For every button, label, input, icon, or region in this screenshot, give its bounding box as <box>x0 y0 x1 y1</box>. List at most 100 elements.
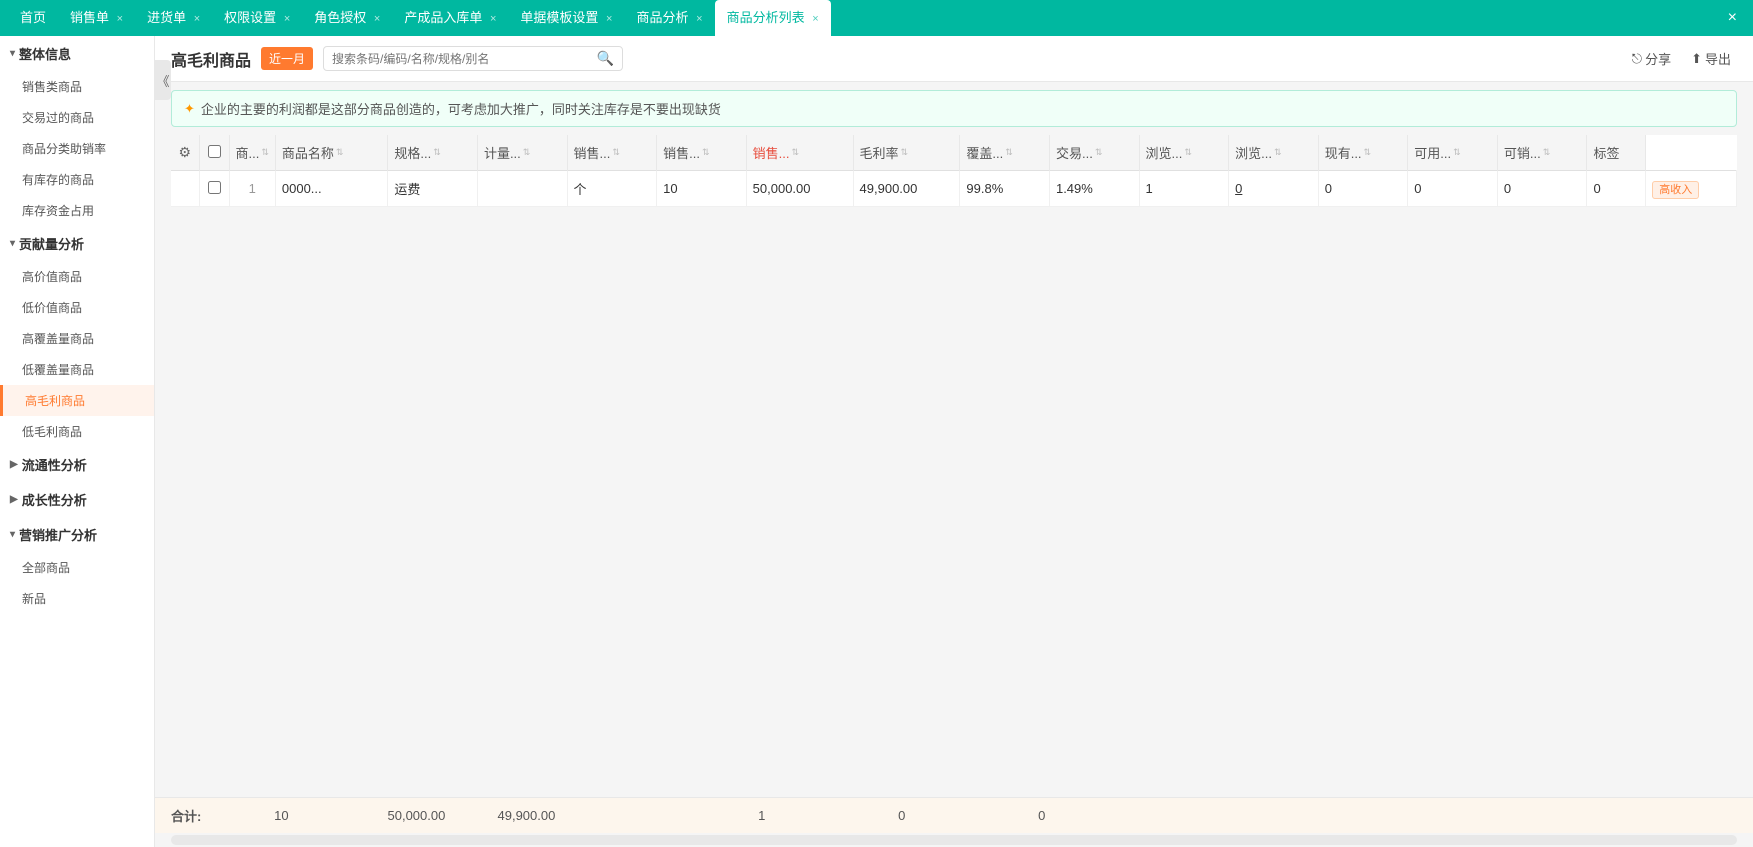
row-current-stock: 0 <box>1408 171 1498 207</box>
footer-gross-margin <box>561 808 631 823</box>
close-template-settings[interactable]: × <box>606 13 612 25</box>
sidebar-item-sales-goods[interactable]: 销售类商品 <box>0 71 154 102</box>
sidebar-group-growth[interactable]: ▶ 成长性分析 <box>0 482 154 517</box>
nav-sales-order[interactable]: 销售单 × <box>58 0 135 36</box>
sort-name-icon: ⇅ <box>336 147 344 158</box>
sort-code-icon: ⇅ <box>261 147 269 158</box>
col-checkbox-header[interactable] <box>199 135 229 171</box>
info-text: 企业的主要的利润都是这部分商品创造的，可考虑加大推广，同时关注库存是不要出现缺货 <box>201 99 721 118</box>
row-checkbox[interactable] <box>199 171 229 207</box>
close-product-stock[interactable]: × <box>490 13 496 25</box>
col-settings[interactable]: ⚙ <box>171 135 199 171</box>
share-button[interactable]: ⎋ 分享 <box>1626 46 1677 71</box>
col-available-header[interactable]: 可用... ⇅ <box>1408 135 1498 171</box>
sort-gross-margin-icon: ⇅ <box>901 147 909 158</box>
row-num: 1 <box>229 171 275 207</box>
sort-trade-count-icon: ⇅ <box>1095 147 1103 158</box>
row-sale-cost: 49,900.00 <box>853 171 960 207</box>
sidebar-item-high-value[interactable]: 高价值商品 <box>0 261 154 292</box>
nav-role-auth[interactable]: 角色授权 × <box>302 0 392 36</box>
col-tag-header[interactable]: 标签 <box>1587 135 1646 171</box>
sidebar-item-traded-goods[interactable]: 交易过的商品 <box>0 102 154 133</box>
settings-icon[interactable]: ⚙ <box>178 144 191 160</box>
col-unit-header[interactable]: 计量... ⇅ <box>477 135 567 171</box>
window-close-button[interactable]: × <box>1720 9 1745 27</box>
footer-sale-cost: 49,900.00 <box>451 808 561 823</box>
row-unit: 个 <box>567 171 657 207</box>
sort-coverage-icon: ⇅ <box>1005 147 1013 158</box>
share-icon: ⎋ <box>1632 51 1642 67</box>
sidebar-item-category-rate[interactable]: 商品分类助销率 <box>0 133 154 164</box>
col-gross-margin-header[interactable]: 毛利率 ⇅ <box>853 135 960 171</box>
footer-trade-count: 1 <box>701 808 771 823</box>
sidebar-group-circulation[interactable]: ▶ 流通性分析 <box>0 447 154 482</box>
col-trade-count-header[interactable]: 交易... ⇅ <box>1049 135 1139 171</box>
sidebar-toggle-button[interactable]: 《 <box>155 60 171 100</box>
col-sale-qty-header[interactable]: 销售... ⇅ <box>567 135 657 171</box>
col-current-stock-header[interactable]: 现有... ⇅ <box>1318 135 1408 171</box>
top-navigation: 首页 销售单 × 进货单 × 权限设置 × 角色授权 × 产成品入库单 × 单据… <box>0 0 1753 36</box>
collapse-icon: 《 <box>156 71 169 90</box>
sidebar-item-low-value[interactable]: 低价值商品 <box>0 292 154 323</box>
sidebar-item-low-coverage[interactable]: 低覆盖量商品 <box>0 354 154 385</box>
row-sale-amount: 50,000.00 <box>746 171 853 207</box>
footer-cells: 10 50,000.00 49,900.00 1 0 0 <box>221 808 1737 823</box>
nav-product-analysis[interactable]: 商品分析 × <box>624 0 714 36</box>
select-all-checkbox[interactable] <box>208 145 221 158</box>
nav-purchase-order[interactable]: 进货单 × <box>135 0 212 36</box>
search-icon[interactable]: 🔍 <box>597 50 614 67</box>
col-sale-cost-header[interactable]: 销售... ⇅ <box>746 135 853 171</box>
col-code-header[interactable]: 商... ⇅ <box>229 135 275 171</box>
content-header: 高毛利商品 近一月 🔍 ⎋ 分享 ⬆ 导出 <box>155 36 1753 82</box>
sidebar-group-marketing-label: 营销推广分析 <box>19 525 97 544</box>
sidebar-item-new-goods[interactable]: 新品 <box>0 583 154 614</box>
export-button[interactable]: ⬆ 导出 <box>1685 46 1737 71</box>
sort-unit-icon: ⇅ <box>523 147 531 158</box>
search-box: 🔍 <box>323 46 623 71</box>
sidebar-item-high-coverage[interactable]: 高覆盖量商品 <box>0 323 154 354</box>
export-icon: ⬆ <box>1691 51 1702 67</box>
row-gross-margin: 99.8% <box>960 171 1050 207</box>
sidebar-group-growth-label: 成长性分析 <box>22 490 87 509</box>
col-view1-header[interactable]: 浏览... ⇅ <box>1139 135 1229 171</box>
sidebar-item-low-margin[interactable]: 低毛利商品 <box>0 416 154 447</box>
sidebar-item-high-margin[interactable]: 高毛利商品 <box>0 385 154 416</box>
col-sale-amount-header[interactable]: 销售... ⇅ <box>657 135 747 171</box>
col-saleable-header[interactable]: 可销... ⇅ <box>1497 135 1587 171</box>
period-button[interactable]: 近一月 <box>261 47 313 70</box>
sidebar-group-overall[interactable]: ▾ 整体信息 <box>0 36 154 71</box>
sort-current-stock-icon: ⇅ <box>1364 147 1372 158</box>
nav-product-stock[interactable]: 产成品入库单 × <box>392 0 508 36</box>
close-sales-order[interactable]: × <box>117 13 123 25</box>
col-view2-header[interactable]: 浏览... ⇅ <box>1229 135 1319 171</box>
sidebar-item-in-stock-goods[interactable]: 有库存的商品 <box>0 164 154 195</box>
footer-sale-qty: 10 <box>221 808 341 823</box>
search-input[interactable] <box>332 52 597 66</box>
table-wrapper[interactable]: ⚙ 商... ⇅ 商品名称 <box>155 135 1753 797</box>
close-permission-settings[interactable]: × <box>284 13 290 25</box>
nav-product-analysis-list[interactable]: 商品分析列表 × <box>715 0 831 36</box>
col-coverage-header[interactable]: 覆盖... ⇅ <box>960 135 1050 171</box>
sort-spec-icon: ⇅ <box>433 147 441 158</box>
footer-totals: 合计: 10 50,000.00 49,900.00 1 0 0 <box>155 797 1753 833</box>
col-name-header[interactable]: 商品名称 ⇅ <box>275 135 387 171</box>
close-product-analysis[interactable]: × <box>696 13 702 25</box>
row-select-checkbox[interactable] <box>208 181 221 194</box>
nav-permission-settings[interactable]: 权限设置 × <box>212 0 302 36</box>
close-role-auth[interactable]: × <box>374 13 380 25</box>
sidebar-group-overall-label: 整体信息 <box>19 44 71 63</box>
content-area: 高毛利商品 近一月 🔍 ⎋ 分享 ⬆ 导出 ✦ 企业的主要的利润都是这部分商品创… <box>155 36 1753 847</box>
sidebar-item-all-goods[interactable]: 全部商品 <box>0 552 154 583</box>
col-spec-header[interactable]: 规格... ⇅ <box>388 135 478 171</box>
sidebar-item-stock-capital[interactable]: 库存资金占用 <box>0 195 154 226</box>
close-purchase-order[interactable]: × <box>194 13 200 25</box>
info-icon: ✦ <box>184 101 195 117</box>
row-view1[interactable]: 0 <box>1229 171 1319 207</box>
nav-home[interactable]: 首页 <box>8 0 58 36</box>
horizontal-scrollbar[interactable] <box>171 835 1737 845</box>
close-product-analysis-list[interactable]: × <box>812 13 818 25</box>
sidebar-group-contribution[interactable]: ▾ 贡献量分析 <box>0 226 154 261</box>
nav-template-settings[interactable]: 单据模板设置 × <box>508 0 624 36</box>
sidebar-group-marketing[interactable]: ▾ 营销推广分析 <box>0 517 154 552</box>
row-saleable: 0 <box>1587 171 1646 207</box>
